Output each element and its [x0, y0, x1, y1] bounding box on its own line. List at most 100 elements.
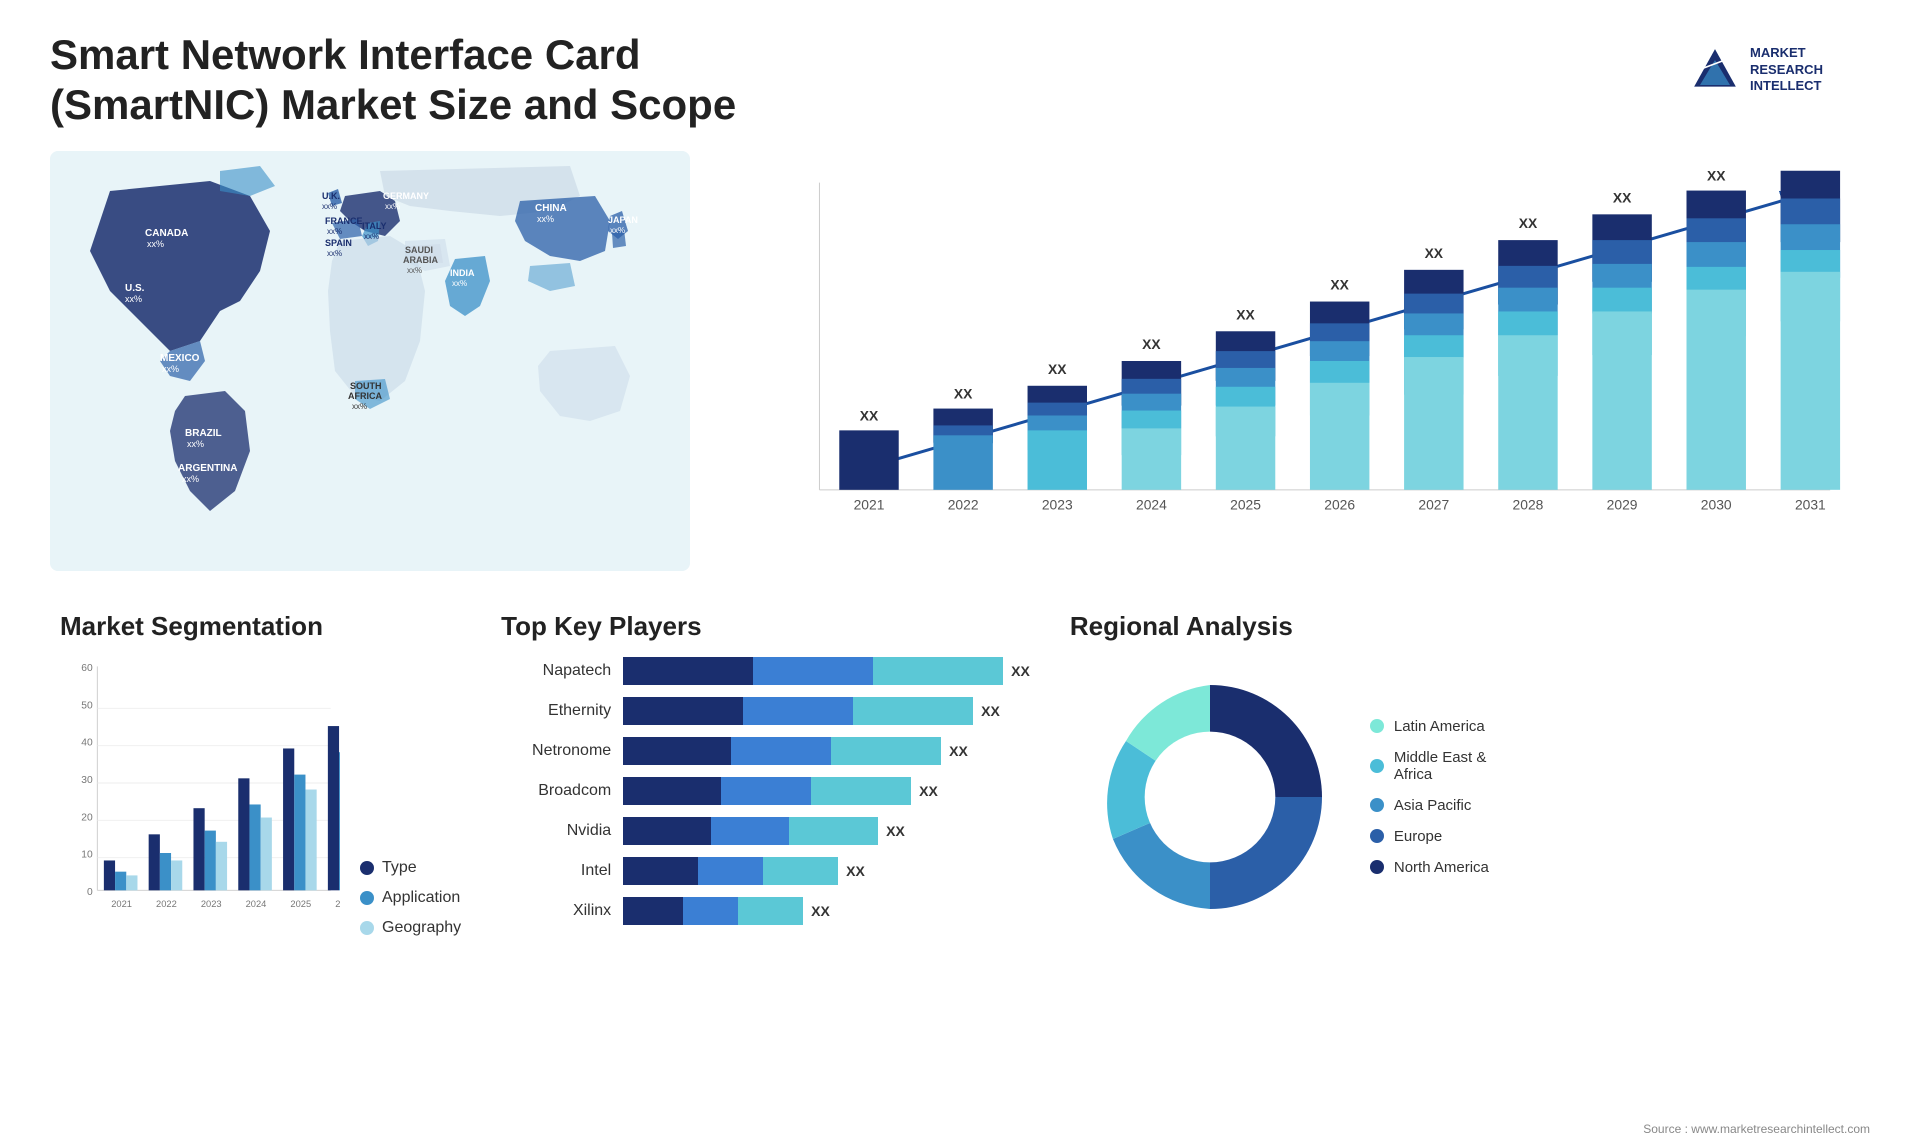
donut-chart-svg: [1070, 657, 1350, 937]
player-name-napatech: Napatech: [501, 662, 611, 680]
regional-dot-apac: [1370, 798, 1384, 812]
players-section: Top Key Players Napatech XX: [491, 601, 1040, 1081]
regional-section: Regional Analysis: [1060, 601, 1870, 1081]
svg-text:50: 50: [81, 700, 93, 711]
player-bar-netronome: XX: [623, 737, 1030, 765]
legend-label-geography: Geography: [382, 919, 461, 937]
svg-text:xx%: xx%: [125, 294, 142, 304]
svg-text:xx%: xx%: [327, 249, 342, 258]
svg-text:2023: 2023: [201, 899, 222, 909]
svg-text:CANADA: CANADA: [145, 228, 188, 239]
svg-text:2021: 2021: [854, 496, 885, 512]
seg-chart-svg: 0 10 20 30 40 50 60: [60, 657, 340, 937]
regional-label-apac: Asia Pacific: [1394, 797, 1472, 814]
svg-text:XX: XX: [1330, 276, 1349, 292]
svg-text:xx%: xx%: [182, 474, 199, 484]
svg-text:XX: XX: [1519, 215, 1538, 231]
world-map-svg: CANADA xx% U.S. xx% MEXICO xx% BRAZIL xx…: [50, 151, 690, 571]
segmentation-section: Market Segmentation 0 10 20 30 40 50 60: [50, 601, 471, 1081]
top-section: CANADA xx% U.S. xx% MEXICO xx% BRAZIL xx…: [50, 151, 1870, 571]
svg-text:xx%: xx%: [364, 232, 379, 241]
legend-label-application: Application: [382, 889, 460, 907]
regional-dot-europe: [1370, 829, 1384, 843]
logo-area: MARKET RESEARCH INTELLECT: [1690, 30, 1870, 110]
header: Smart Network Interface Card (SmartNIC) …: [50, 30, 1870, 131]
regional-label-latin: Latin America: [1394, 718, 1485, 735]
svg-text:2022: 2022: [156, 899, 177, 909]
svg-text:2021: 2021: [111, 899, 132, 909]
svg-text:SOUTH: SOUTH: [350, 381, 382, 391]
player-value-netronome: XX: [949, 743, 968, 759]
svg-text:2022: 2022: [948, 496, 979, 512]
legend-dot-geography: [360, 921, 374, 935]
regional-label-europe: Europe: [1394, 828, 1442, 845]
regional-title: Regional Analysis: [1070, 611, 1860, 642]
svg-text:XX: XX: [860, 407, 879, 423]
svg-text:XX: XX: [1613, 189, 1632, 205]
svg-text:2024: 2024: [246, 899, 267, 909]
regional-item-na: North America: [1370, 859, 1489, 876]
player-bar-xilinx: XX: [623, 897, 1030, 925]
svg-text:2031: 2031: [1795, 496, 1826, 512]
player-row-napatech: Napatech XX: [501, 657, 1030, 685]
svg-text:XX: XX: [1425, 245, 1444, 261]
player-row-intel: Intel XX: [501, 857, 1030, 885]
svg-text:60: 60: [81, 663, 93, 674]
svg-text:XX: XX: [954, 385, 973, 401]
legend-item-type: Type: [360, 859, 461, 877]
svg-text:ARABIA: ARABIA: [403, 255, 438, 265]
seg-chart-area: 0 10 20 30 40 50 60: [60, 657, 461, 937]
svg-text:2029: 2029: [1607, 496, 1638, 512]
players-list: Napatech XX Ethernity: [501, 657, 1030, 925]
regional-item-europe: Europe: [1370, 828, 1489, 845]
player-bar-ethernity: XX: [623, 697, 1030, 725]
svg-text:U.K.: U.K.: [322, 191, 340, 201]
svg-text:xx%: xx%: [610, 226, 625, 235]
regional-dot-latin: [1370, 719, 1384, 733]
legend-item-geography: Geography: [360, 919, 461, 937]
player-value-xilinx: XX: [811, 903, 830, 919]
regional-legend: Latin America Middle East &Africa Asia P…: [1370, 718, 1489, 876]
player-value-intel: XX: [846, 863, 865, 879]
svg-text:2027: 2027: [1418, 496, 1449, 512]
svg-text:2025: 2025: [290, 899, 311, 909]
svg-text:FRANCE: FRANCE: [325, 216, 363, 226]
svg-text:SAUDI: SAUDI: [405, 245, 433, 255]
regional-label-mea: Middle East &Africa: [1394, 749, 1487, 783]
bottom-section: Market Segmentation 0 10 20 30 40 50 60: [50, 601, 1870, 1081]
svg-text:2023: 2023: [1042, 496, 1073, 512]
player-row-nvidia: Nvidia XX: [501, 817, 1030, 845]
svg-text:2028: 2028: [1513, 496, 1544, 512]
svg-text:XX: XX: [1707, 167, 1726, 183]
regional-label-na: North America: [1394, 859, 1489, 876]
svg-text:xx%: xx%: [147, 239, 164, 249]
regional-dot-na: [1370, 860, 1384, 874]
player-bar-intel: XX: [623, 857, 1030, 885]
legend-label-type: Type: [382, 859, 417, 877]
player-bar-broadcom: XX: [623, 777, 1030, 805]
svg-text:xx%: xx%: [322, 202, 337, 211]
player-name-broadcom: Broadcom: [501, 782, 611, 800]
legend-dot-type: [360, 861, 374, 875]
svg-text:AFRICA: AFRICA: [348, 391, 382, 401]
svg-text:XX: XX: [1801, 161, 1820, 164]
svg-text:xx%: xx%: [352, 402, 367, 411]
player-row-netronome: Netronome XX: [501, 737, 1030, 765]
map-section: CANADA xx% U.S. xx% MEXICO xx% BRAZIL xx…: [50, 151, 690, 571]
svg-text:30: 30: [81, 775, 93, 786]
player-value-nvidia: XX: [886, 823, 905, 839]
svg-text:SPAIN: SPAIN: [325, 238, 352, 248]
svg-text:2025: 2025: [1230, 496, 1261, 512]
svg-text:0: 0: [87, 887, 93, 898]
player-name-netronome: Netronome: [501, 742, 611, 760]
svg-text:xx%: xx%: [407, 266, 422, 275]
segmentation-title: Market Segmentation: [60, 611, 461, 642]
svg-text:XX: XX: [1142, 336, 1161, 352]
svg-text:2026: 2026: [335, 899, 340, 909]
player-value-ethernity: XX: [981, 703, 1000, 719]
svg-text:U.S.: U.S.: [125, 283, 145, 294]
svg-text:XX: XX: [1048, 361, 1067, 377]
svg-text:xx%: xx%: [537, 214, 554, 224]
seg-legend: Type Application Geography: [360, 859, 461, 937]
source-text: Source : www.marketresearchintellect.com: [1643, 1122, 1870, 1136]
